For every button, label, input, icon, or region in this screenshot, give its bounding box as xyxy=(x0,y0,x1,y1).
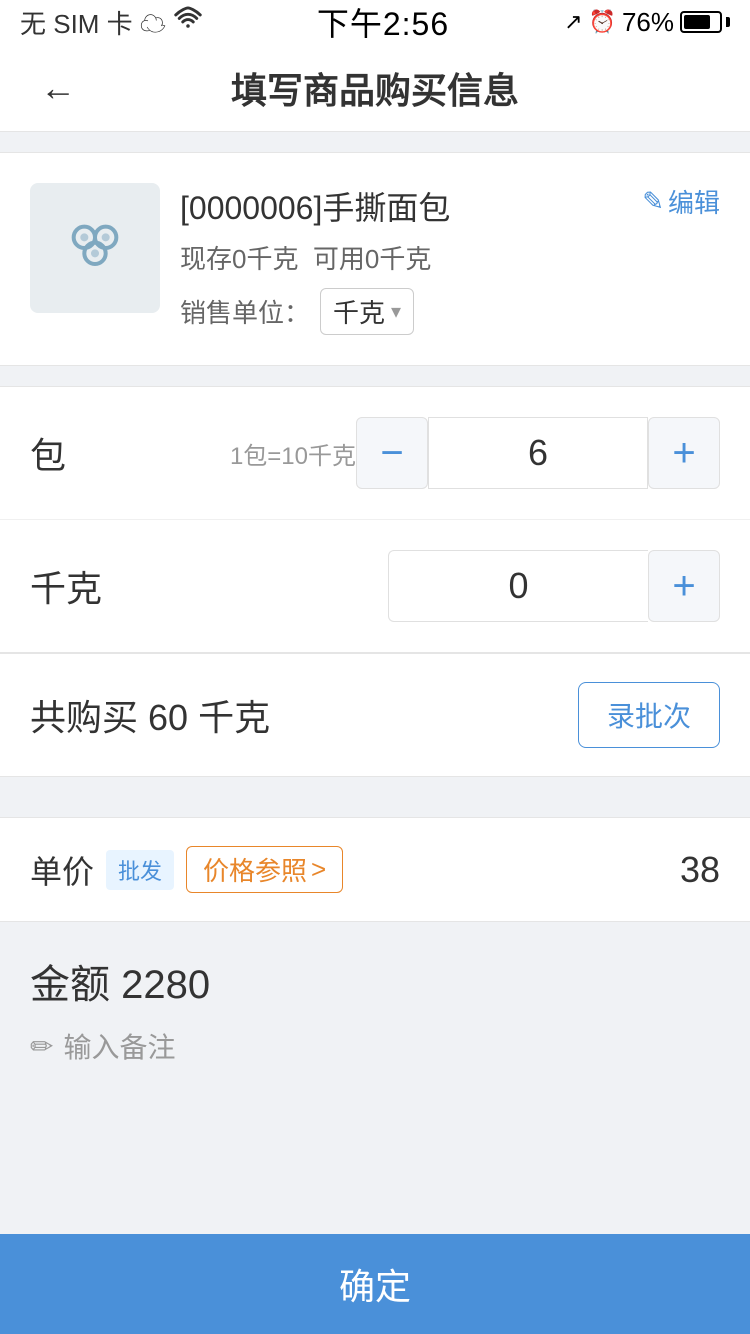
unit-dropdown[interactable]: 千克 ▾ xyxy=(320,288,414,335)
no-sim-label: 无 SIM 卡 ☁ xyxy=(20,4,166,41)
product-name-row: [0000006]手撕面包 ✎ 编辑 xyxy=(180,183,720,229)
pencil-icon: ✏ xyxy=(30,1030,53,1063)
status-left: 无 SIM 卡 ☁ xyxy=(20,4,202,41)
qty-bao-label: 包 xyxy=(30,427,220,479)
amount-row: 金额 2280 xyxy=(30,952,720,1010)
wifi-icon xyxy=(174,5,202,40)
price-value: 38 xyxy=(680,849,720,891)
product-unit-row: 销售单位： 千克 ▾ xyxy=(180,288,720,335)
batch-button[interactable]: 录批次 xyxy=(578,682,720,748)
qty-bao-sublabel: 1包=10千克 xyxy=(230,436,356,471)
alarm-icon: ⏰ xyxy=(589,9,616,35)
qty-kg-input[interactable] xyxy=(388,550,648,622)
note-row[interactable]: ✏ 输入备注 xyxy=(30,1026,720,1066)
price-ref-button[interactable]: 价格参照 > xyxy=(186,846,343,893)
edit-label: 编辑 xyxy=(668,183,720,220)
qty-bao-input[interactable] xyxy=(428,417,648,489)
product-card: [0000006]手撕面包 ✎ 编辑 现存0千克 可用0千克 销售单位： 千克 … xyxy=(0,152,750,366)
product-name: [0000006]手撕面包 xyxy=(180,183,450,229)
product-image xyxy=(30,183,160,313)
total-amount: 60 xyxy=(148,697,188,738)
qty-kg-plus-button[interactable]: + xyxy=(648,550,720,622)
amount-label: 金额 xyxy=(30,963,110,1007)
qty-kg-row: 千克 + xyxy=(0,520,750,652)
page-title: 填写商品购买信息 xyxy=(231,62,519,114)
price-label: 单价 xyxy=(30,847,94,893)
price-ref-label: 价格参照 xyxy=(203,851,307,888)
note-placeholder: 输入备注 xyxy=(63,1026,175,1066)
price-section: 单价 批发 价格参照 > 38 xyxy=(0,817,750,922)
qty-bao-row: 包 1包=10千克 − + xyxy=(0,387,750,520)
qty-bao-plus-button[interactable]: + xyxy=(648,417,720,489)
nav-bar: ← 填写商品购买信息 xyxy=(0,44,750,132)
status-bar: 无 SIM 卡 ☁ 下午2:56 ↗ ⏰ 76% xyxy=(0,0,750,44)
spacer xyxy=(0,1160,750,1234)
status-time: 下午2:56 xyxy=(317,0,449,45)
total-text: 共购买 60 千克 xyxy=(30,689,578,741)
chevron-down-icon: ▾ xyxy=(391,299,401,324)
battery-icon xyxy=(680,11,730,33)
total-section: 共购买 60 千克 录批次 xyxy=(0,653,750,777)
status-right: ↗ ⏰ 76% xyxy=(564,7,730,38)
location-icon: ↗ xyxy=(564,9,582,35)
confirm-button[interactable]: 确定 xyxy=(0,1234,750,1334)
unit-value: 千克 xyxy=(333,293,385,330)
back-button[interactable]: ← xyxy=(30,57,86,119)
amount-value: 2280 xyxy=(121,963,210,1007)
edit-icon: ✎ xyxy=(642,186,664,217)
qty-kg-label: 千克 xyxy=(30,560,388,612)
product-stock: 现存0千克 可用0千克 xyxy=(180,239,720,276)
price-badge: 批发 xyxy=(106,850,174,890)
amount-section: 金额 2280 ✏ 输入备注 xyxy=(0,922,750,1160)
qty-kg-controls: + xyxy=(388,550,720,622)
qty-section: 包 1包=10千克 − + 千克 + xyxy=(0,386,750,653)
qty-bao-controls: − + xyxy=(356,417,720,489)
battery-pct: 76% xyxy=(622,7,674,38)
divider-1 xyxy=(0,366,750,386)
divider-2 xyxy=(0,777,750,797)
edit-button[interactable]: ✎ 编辑 xyxy=(642,183,720,220)
chevron-right-icon: > xyxy=(311,854,326,885)
qty-bao-minus-button[interactable]: − xyxy=(356,417,428,489)
unit-label: 销售单位： xyxy=(180,293,310,330)
product-info: [0000006]手撕面包 ✎ 编辑 现存0千克 可用0千克 销售单位： 千克 … xyxy=(180,183,720,335)
